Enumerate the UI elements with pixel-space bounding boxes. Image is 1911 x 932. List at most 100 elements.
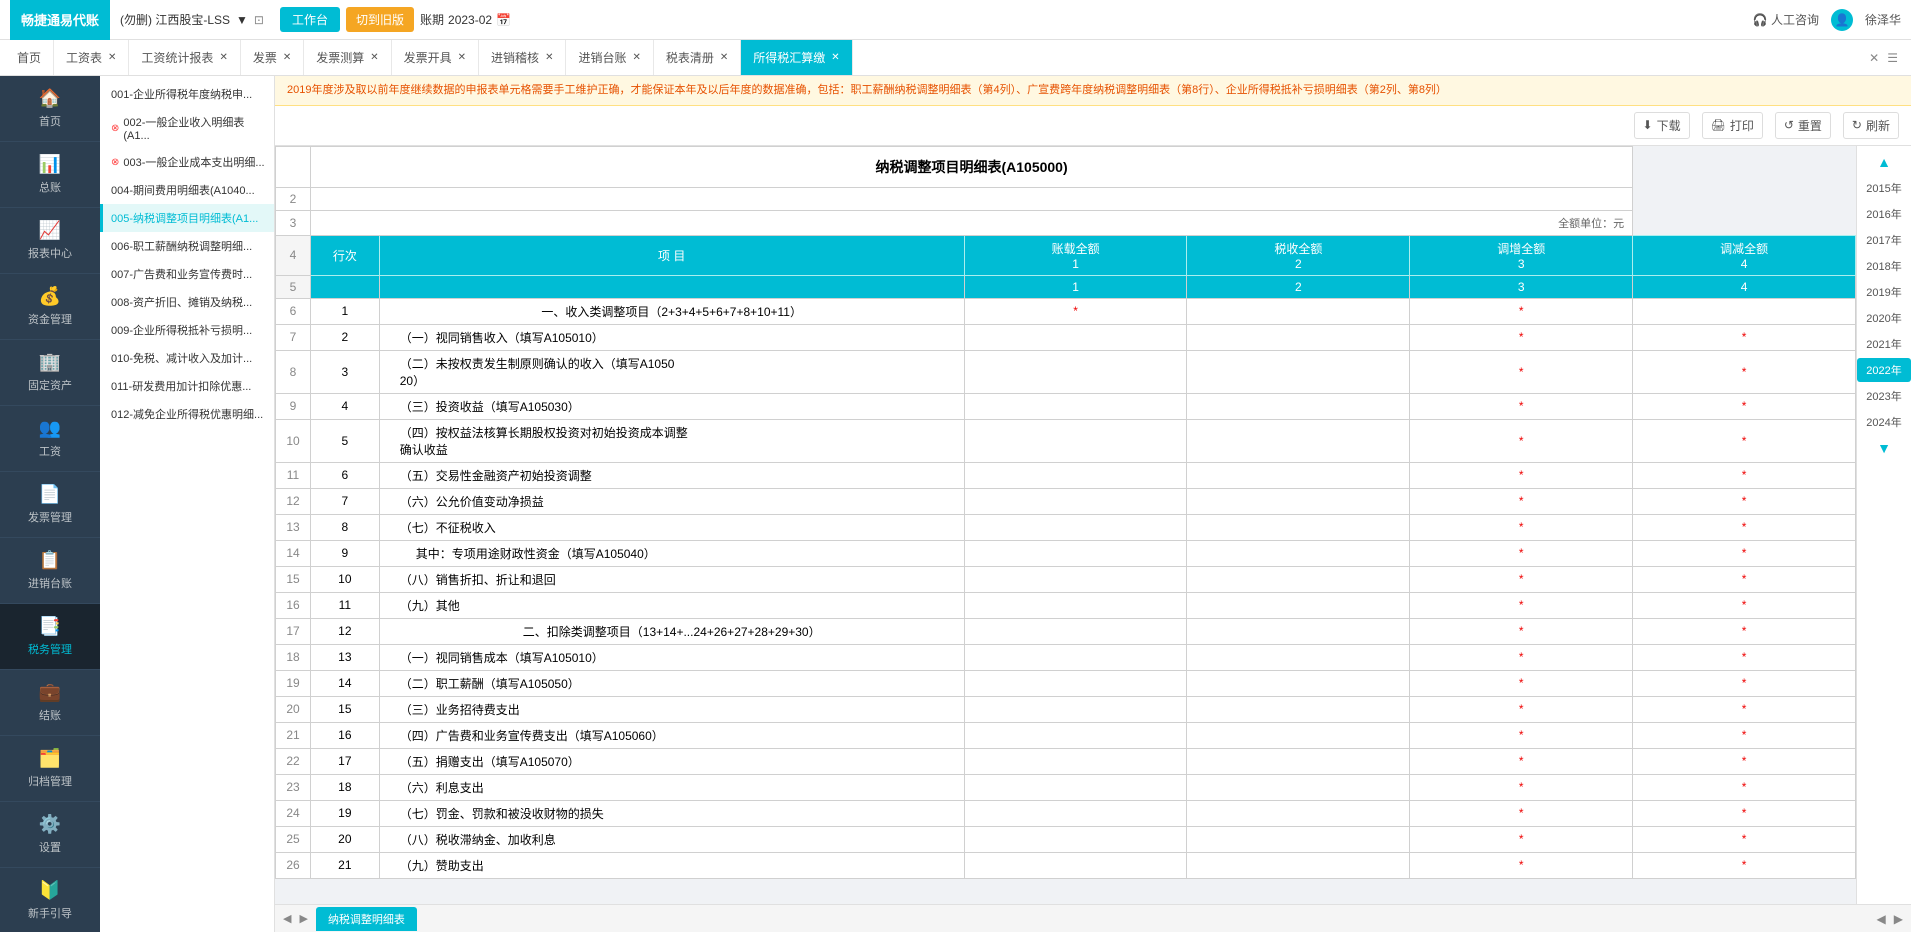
table-row[interactable]: 14 9 其中：专项用途财政性资金（填写A105040） * *	[276, 540, 1856, 566]
table-row[interactable]: 17 12 二、扣除类调整项目（13+14+...24+26+27+28+29+…	[276, 618, 1856, 644]
sheet-tab-main[interactable]: 纳税调整明细表	[316, 907, 417, 931]
year-2017[interactable]: 2017年	[1857, 228, 1911, 252]
left-panel-item-011[interactable]: 011-研发费用加计扣除优惠...	[100, 372, 274, 400]
tab-invoice-issue[interactable]: 发票开具 ✕	[392, 40, 479, 76]
table-row[interactable]: 26 21 （九）赞助支出 * *	[276, 852, 1856, 878]
year-2021[interactable]: 2021年	[1857, 332, 1911, 356]
tab-invoice-calc-close[interactable]: ✕	[370, 52, 378, 63]
tab-invoice-issue-close[interactable]: ✕	[458, 52, 466, 63]
tab-payroll-close[interactable]: ✕	[108, 52, 116, 63]
tab-scroll-left[interactable]: ✕	[1869, 51, 1879, 65]
sidebar-item-payroll[interactable]: 👥 工资	[0, 406, 100, 472]
tab-invoice[interactable]: 发票 ✕	[241, 40, 304, 76]
sidebar-item-reports[interactable]: 📈 报表中心	[0, 208, 100, 274]
bottom-scroll-left[interactable]: ◀	[1877, 912, 1886, 926]
tab-payroll-stats[interactable]: 工资统计报表 ✕	[129, 40, 240, 76]
refresh-button[interactable]: ↻ 刷新	[1843, 112, 1899, 139]
table-row[interactable]: 23 18 （六）利息支出 * *	[276, 774, 1856, 800]
tab-invoice-calc[interactable]: 发票测算 ✕	[304, 40, 391, 76]
tab-sales-ledger-close[interactable]: ✕	[632, 52, 640, 63]
table-row[interactable]: 16 11 （九）其他 * *	[276, 592, 1856, 618]
table-row[interactable]: 12 7 （六）公允价值变动净损益 * *	[276, 488, 1856, 514]
nav-left-icon[interactable]: ◀	[283, 912, 291, 925]
old-version-button[interactable]: 切到旧版	[346, 7, 414, 32]
year-2020[interactable]: 2020年	[1857, 306, 1911, 330]
left-panel-item-002[interactable]: ⊗ 002-一般企业收入明细表(A1...	[100, 108, 274, 148]
tab-tax-table-close[interactable]: ✕	[720, 52, 728, 63]
sidebar-item-ledger[interactable]: 📊 总账	[0, 142, 100, 208]
sidebar-item-finance[interactable]: 💰 资金管理	[0, 274, 100, 340]
tab-home[interactable]: 首页	[5, 40, 54, 76]
spreadsheet-inner[interactable]: 纳税调整项目明细表(A105000) 2 3 全额单位：元	[275, 146, 1856, 905]
table-row[interactable]: 25 20 （八）税收滞纳金、加收利息 * *	[276, 826, 1856, 852]
year-2024[interactable]: 2024年	[1857, 410, 1911, 434]
sidebar-item-invoice-mgmt[interactable]: 📄 发票管理	[0, 472, 100, 538]
workbench-button[interactable]: 工作台	[280, 7, 340, 32]
sidebar-item-closing[interactable]: 💼 结账	[0, 670, 100, 736]
tab-income-tax-close[interactable]: ✕	[831, 52, 839, 63]
sidebar-item-settings[interactable]: ⚙️ 设置	[0, 802, 100, 868]
year-2023[interactable]: 2023年	[1857, 384, 1911, 408]
year-up-arrow[interactable]: ▲	[1873, 150, 1895, 174]
table-row[interactable]: 24 19 （七）罚金、罚款和被没收财物的损失 * *	[276, 800, 1856, 826]
table-row[interactable]: 11 6 （五）交易性金融资产初始投资调整 * *	[276, 462, 1856, 488]
tab-payroll-stats-close[interactable]: ✕	[219, 52, 227, 63]
copy-icon[interactable]: ⊡	[254, 13, 264, 27]
table-row[interactable]: 10 5 （四）按权益法核算长期股权投资对初始投资成本调整确认收益 * *	[276, 419, 1856, 462]
tab-income-tax[interactable]: 所得税汇算缴 ✕	[741, 40, 852, 76]
left-panel-item-004[interactable]: 004-期间费用明细表(A1040...	[100, 176, 274, 204]
table-row[interactable]: 8 3 （二）未按权责发生制原则确认的收入（填写A105020） * *	[276, 350, 1856, 393]
closing-icon: 💼	[39, 682, 61, 703]
table-row[interactable]: 19 14 （二）职工薪酬（填写A105050） * *	[276, 670, 1856, 696]
left-panel-item-008[interactable]: 008-资产折旧、摊销及纳税...	[100, 288, 274, 316]
table-row[interactable]: 18 13 （一）视同销售成本（填写A105010） * *	[276, 644, 1856, 670]
year-2018[interactable]: 2018年	[1857, 254, 1911, 278]
year-2016[interactable]: 2016年	[1857, 202, 1911, 226]
table-row[interactable]: 13 8 （七）不征税收入 * *	[276, 514, 1856, 540]
support-link[interactable]: 🎧 人工咨询	[1753, 11, 1819, 28]
sidebar-item-assets[interactable]: 🏢 固定资产	[0, 340, 100, 406]
left-panel-item-006[interactable]: 006-职工薪酬纳税调整明细...	[100, 232, 274, 260]
table-row[interactable]: 9 4 （三）投资收益（填写A105030） * *	[276, 393, 1856, 419]
user-avatar[interactable]: 👤	[1831, 9, 1853, 31]
tab-invoice-close[interactable]: ✕	[283, 52, 291, 63]
sidebar-item-home[interactable]: 🏠 首页	[0, 76, 100, 142]
period-area: 账期 2023-02 📅	[420, 11, 511, 28]
user-label[interactable]: 徐泽华	[1865, 11, 1901, 28]
left-panel-item-003[interactable]: ⊗ 003-一般企业成本支出明细...	[100, 148, 274, 176]
table-row[interactable]: 7 2 （一）视同销售收入（填写A105010） * *	[276, 324, 1856, 350]
tab-sales-check-close[interactable]: ✕	[545, 52, 553, 63]
left-panel-item-009[interactable]: 009-企业所得税抵补亏损明...	[100, 316, 274, 344]
left-panel-item-005[interactable]: 005-纳税调整项目明细表(A1...	[100, 204, 274, 232]
print-button[interactable]: 🖨 打印	[1702, 112, 1763, 139]
left-panel-item-007[interactable]: 007-广告费和业务宣传费时...	[100, 260, 274, 288]
left-panel-item-001[interactable]: 001-企业所得税年度纳税申...	[100, 80, 274, 108]
sidebar-item-tax[interactable]: 📑 税务管理	[0, 604, 100, 670]
left-panel-item-012[interactable]: 012-减免企业所得税优惠明细...	[100, 400, 274, 428]
nav-right-icon[interactable]: ▶	[299, 912, 307, 925]
table-row[interactable]: 20 15 （三）业务招待费支出 * *	[276, 696, 1856, 722]
table-row[interactable]: 22 17 （五）捐赠支出（填写A105070） * *	[276, 748, 1856, 774]
year-2019[interactable]: 2019年	[1857, 280, 1911, 304]
reset-button[interactable]: ↺ 重置	[1775, 112, 1831, 139]
left-panel-item-010[interactable]: 010-免税、减计收入及加计...	[100, 344, 274, 372]
sidebar-item-guide[interactable]: 🔰 新手引导	[0, 868, 100, 932]
settings-icon: ⚙️	[39, 814, 61, 835]
table-row[interactable]: 6 1 一、收入类调整项目（2+3+4+5+6+7+8+10+11） * *	[276, 298, 1856, 324]
year-2015[interactable]: 2015年	[1857, 176, 1911, 200]
tab-sales-check[interactable]: 进销稽核 ✕	[479, 40, 566, 76]
company-dropdown-icon[interactable]: ▼	[236, 13, 248, 27]
table-row[interactable]: 21 16 （四）广告费和业务宣传费支出（填写A105060） * *	[276, 722, 1856, 748]
tab-sales-ledger[interactable]: 进销台账 ✕	[566, 40, 653, 76]
year-down-arrow[interactable]: ▼	[1873, 436, 1895, 460]
tab-tax-table[interactable]: 税表清册 ✕	[654, 40, 741, 76]
table-row[interactable]: 15 10 （八）销售折扣、折让和退回 * *	[276, 566, 1856, 592]
sidebar-item-sales-ledger[interactable]: 📋 进销台账	[0, 538, 100, 604]
calendar-icon[interactable]: 📅	[496, 13, 511, 27]
tab-menu-icon[interactable]: ☰	[1887, 51, 1898, 65]
tab-payroll[interactable]: 工资表 ✕	[54, 40, 129, 76]
sidebar-item-archive[interactable]: 🗂️ 归档管理	[0, 736, 100, 802]
download-button[interactable]: ⬇ 下载	[1634, 112, 1690, 139]
bottom-scroll-right[interactable]: ▶	[1894, 912, 1903, 926]
year-2022[interactable]: 2022年	[1857, 358, 1911, 382]
